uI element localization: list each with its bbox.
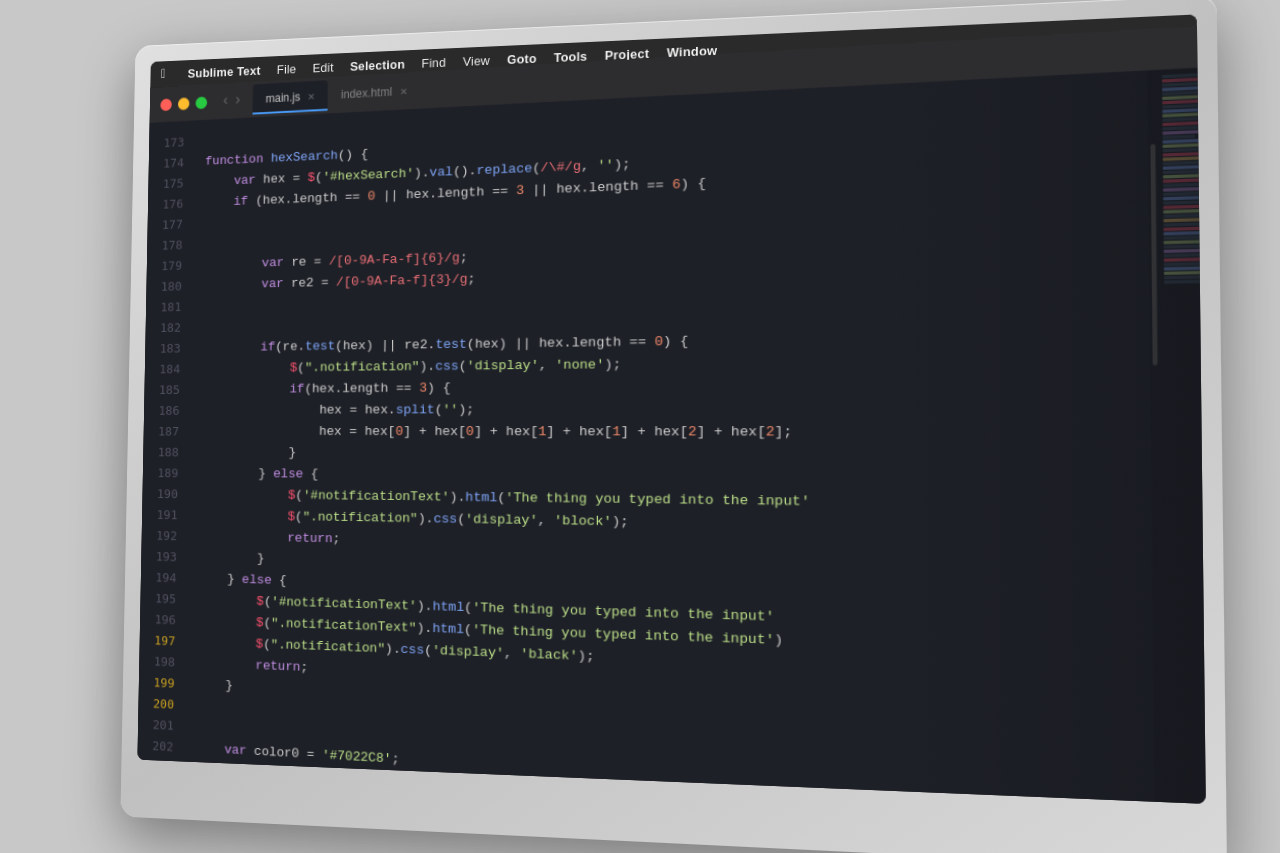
code-content-area[interactable]: function hexSearch() { var hex = $('#hex… (184, 69, 1165, 803)
menu-goto[interactable]: Goto (507, 50, 537, 66)
screen-bezel:  Sublime Text File Edit Selection Find … (137, 14, 1205, 803)
sublime-window: ‹ › main.js ✕ index.html ✕ (137, 22, 1205, 803)
code-minimap (1157, 64, 1206, 803)
forward-arrow-icon[interactable]: › (233, 91, 242, 108)
code-editor: 173 174 175 176 177 178 179 180 181 182 … (137, 64, 1205, 803)
nav-arrows: ‹ › (221, 91, 242, 109)
minimap-lines (1157, 64, 1206, 289)
menu-edit[interactable]: Edit (312, 59, 333, 74)
menu-view[interactable]: View (463, 52, 490, 68)
minimize-button[interactable] (178, 97, 190, 110)
menu-app-name[interactable]: Sublime Text (187, 62, 260, 79)
menu-selection[interactable]: Selection (350, 56, 405, 73)
maximize-button[interactable] (195, 96, 207, 109)
tab-index-html-close[interactable]: ✕ (400, 85, 408, 96)
menu-find[interactable]: Find (422, 54, 446, 69)
back-arrow-icon[interactable]: ‹ (221, 92, 230, 109)
menu-file[interactable]: File (277, 61, 297, 76)
apple-logo-icon:  (161, 66, 169, 81)
laptop-frame:  Sublime Text File Edit Selection Find … (120, 0, 1227, 853)
close-button[interactable] (160, 98, 172, 111)
tab-main-js-label: main.js (266, 90, 301, 105)
tab-index-html-label: index.html (341, 85, 392, 101)
traffic-lights (160, 96, 207, 111)
tab-main-js-close[interactable]: ✕ (308, 90, 316, 101)
tab-index-html[interactable]: index.html ✕ (328, 74, 421, 110)
syntax-highlighted-code: function hexSearch() { var hex = $('#hex… (191, 82, 1164, 803)
tab-main-js[interactable]: main.js ✕ (253, 80, 328, 114)
scrollbar-thumb[interactable] (1151, 143, 1158, 365)
